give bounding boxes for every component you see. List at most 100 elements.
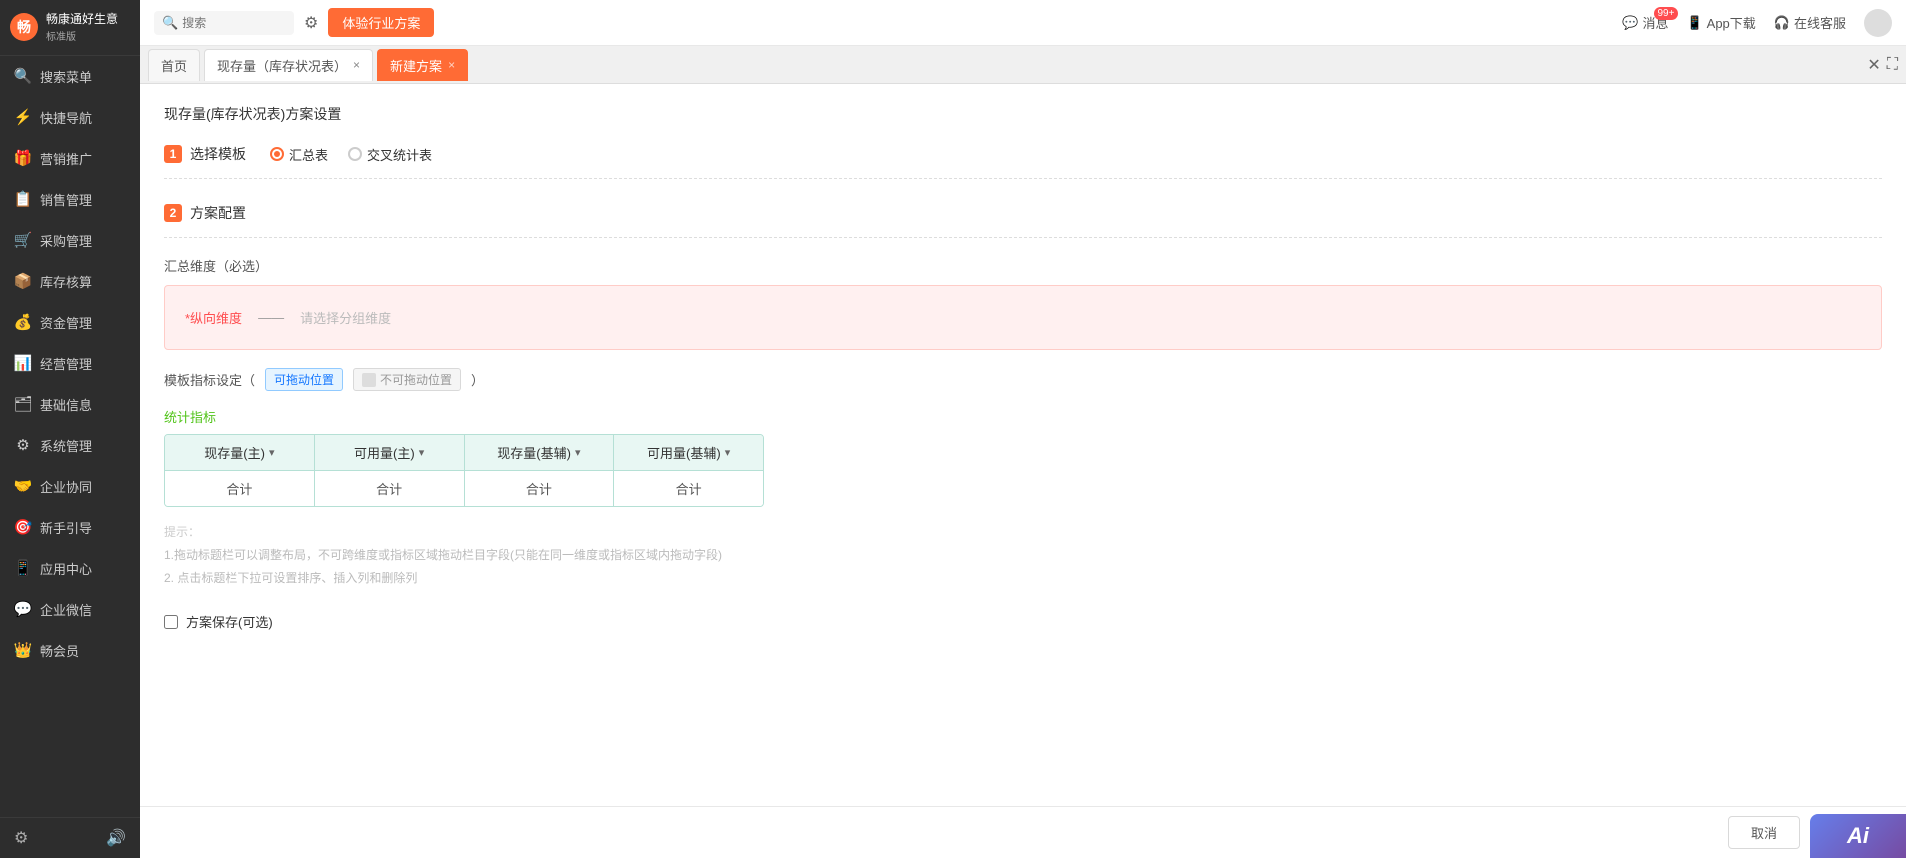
summary-dim-label: 汇总维度（必选） — [164, 256, 1882, 275]
online-support-item[interactable]: 🎧 在线客服 — [1774, 13, 1846, 32]
sidebar: 畅 畅康通好生意 标准版 🔍 搜索菜单 ⚡ 快捷导航 🎁 营销推广 📋 销售管理… — [0, 0, 140, 858]
non-draggable-icon — [362, 373, 376, 387]
sidebar-item-member[interactable]: 👑 畅会员 — [0, 630, 140, 671]
bottom-bar: 取消 查询 — [140, 806, 1906, 858]
app-download-item[interactable]: 📱 App下载 — [1686, 13, 1755, 32]
marketing-icon: 🎁 — [14, 149, 32, 167]
radio-crosstab-dot — [348, 147, 362, 161]
sidebar-item-app-center[interactable]: 📱 应用中心 — [0, 548, 140, 589]
topbar-settings-icon[interactable]: ⚙ — [304, 13, 318, 33]
stats-col-2[interactable]: 可用量(主) ▾ — [315, 435, 465, 470]
settings-footer-icon[interactable]: ⚙ — [14, 828, 28, 848]
sidebar-item-wechat[interactable]: 💬 企业微信 — [0, 589, 140, 630]
tab-inventory-status-label: 现存量（库存状况表） — [217, 56, 347, 75]
sidebar-item-basic-info[interactable]: 🗂 基础信息 — [0, 384, 140, 425]
tip-item-2: 2. 点击标题栏下拉可设置排序、插入列和删除列 — [164, 569, 1882, 588]
indicator-label-text: 模板指标设定（ — [164, 370, 255, 389]
tab-close-button[interactable]: ✕ — [1867, 55, 1880, 75]
chevron-down-icon-1: ▾ — [269, 446, 275, 459]
tab-home[interactable]: 首页 — [148, 49, 200, 81]
stats-col-4[interactable]: 可用量(基辅) ▾ — [614, 435, 763, 470]
search-menu-icon: 🔍 — [14, 67, 32, 85]
step1-header: 1 选择模板 汇总表 交叉统计表 — [164, 144, 1882, 164]
topbar-search-box[interactable]: 🔍 — [154, 11, 294, 35]
sidebar-item-label: 营销推广 — [40, 149, 92, 168]
tab-new-scheme[interactable]: 新建方案 × — [377, 49, 468, 81]
sidebar-item-marketing[interactable]: 🎁 营销推广 — [0, 138, 140, 179]
dim-placeholder[interactable]: 请选择分组维度 — [300, 308, 391, 327]
sidebar-item-search-menu[interactable]: 🔍 搜索菜单 — [0, 56, 140, 97]
quick-nav-icon: ⚡ — [14, 108, 32, 126]
stats-cell-2: 合计 — [315, 471, 465, 506]
search-input[interactable] — [182, 16, 282, 30]
trial-button[interactable]: 体验行业方案 — [328, 8, 434, 37]
sidebar-item-system[interactable]: ⚙ 系统管理 — [0, 425, 140, 466]
stats-table-body-row: 合计 合计 合计 合计 — [165, 470, 763, 506]
topbar: 🔍 ⚙ 体验行业方案 💬 消息 99+ 📱 App下载 🎧 在线客服 — [140, 0, 1906, 46]
ai-badge[interactable]: Ai — [1810, 814, 1906, 858]
tab-inventory-status[interactable]: 现存量（库存状况表） × — [204, 49, 373, 81]
sidebar-item-label: 畅会员 — [40, 641, 79, 660]
ai-badge-label: Ai — [1847, 823, 1869, 849]
app-name: 畅康通好生意 — [46, 12, 118, 28]
stats-col-3[interactable]: 现存量(基辅) ▾ — [465, 435, 615, 470]
purchase-icon: 🛒 — [14, 231, 32, 249]
sidebar-item-quick-nav[interactable]: ⚡ 快捷导航 — [0, 97, 140, 138]
dim-separator: —— — [258, 310, 284, 325]
step1-title: 选择模板 — [190, 144, 246, 164]
sidebar-item-label: 资金管理 — [40, 313, 92, 332]
tab-new-scheme-close[interactable]: × — [448, 58, 455, 72]
sidebar-item-sales[interactable]: 📋 销售管理 — [0, 179, 140, 220]
avatar[interactable] — [1864, 9, 1892, 37]
sidebar-item-label: 库存核算 — [40, 272, 92, 291]
save-checkbox[interactable] — [164, 615, 178, 629]
messages-item[interactable]: 💬 消息 99+ — [1622, 13, 1668, 32]
stats-col-2-label: 可用量(主) — [354, 443, 415, 462]
sidebar-menu: 🔍 搜索菜单 ⚡ 快捷导航 🎁 营销推广 📋 销售管理 🛒 采购管理 📦 库存核… — [0, 56, 140, 817]
search-icon: 🔍 — [162, 15, 178, 31]
tab-home-label: 首页 — [161, 56, 187, 75]
wechat-icon: 💬 — [14, 600, 32, 618]
dimension-row: *纵向维度 —— 请选择分组维度 — [185, 308, 1861, 327]
tips-title: 提示： — [164, 523, 1882, 540]
topbar-right: 💬 消息 99+ 📱 App下载 🎧 在线客服 — [1622, 9, 1892, 37]
basic-info-icon: 🗂 — [14, 395, 32, 413]
cancel-button[interactable]: 取消 — [1728, 816, 1800, 849]
stats-cell-3: 合计 — [465, 471, 615, 506]
radio-crosstab[interactable]: 交叉统计表 — [348, 145, 432, 164]
sidebar-item-label: 经营管理 — [40, 354, 92, 373]
logo-text-group: 畅康通好生意 标准版 — [46, 12, 118, 43]
online-support-label: 在线客服 — [1794, 13, 1846, 32]
chevron-down-icon-3: ▾ — [575, 446, 581, 459]
tab-expand-button[interactable]: ⛶ — [1887, 56, 1898, 74]
non-draggable-label: 不可拖动位置 — [380, 371, 452, 388]
step2-section: 2 方案配置 汇总维度（必选） *纵向维度 —— 请选择分组维度 模板 — [164, 203, 1882, 588]
sidebar-item-finance[interactable]: 💰 资金管理 — [0, 302, 140, 343]
tab-inventory-status-close[interactable]: × — [353, 58, 360, 72]
sidebar-item-label: 企业微信 — [40, 600, 92, 619]
step1-divider — [164, 178, 1882, 179]
stats-col-1[interactable]: 现存量(主) ▾ — [165, 435, 315, 470]
app-center-icon: 📱 — [14, 559, 32, 577]
sidebar-item-enterprise[interactable]: 🤝 企业协同 — [0, 466, 140, 507]
radio-summary[interactable]: 汇总表 — [270, 145, 328, 164]
tips-section: 提示： 1.拖动标题栏可以调整布局，不可跨维度或指标区域拖动栏目字段(只能在同一… — [164, 523, 1882, 588]
page-title: 现存量(库存状况表)方案设置 — [164, 104, 1882, 124]
save-row: 方案保存(可选) — [164, 612, 1882, 631]
chevron-down-icon-4: ▾ — [725, 446, 731, 459]
sidebar-item-label: 搜索菜单 — [40, 67, 92, 86]
non-draggable-badge: 不可拖动位置 — [353, 368, 461, 391]
headset-icon: 🎧 — [1774, 15, 1790, 31]
sidebar-item-newbie[interactable]: 🎯 新手引导 — [0, 507, 140, 548]
save-label: 方案保存(可选) — [186, 612, 273, 631]
step1-badge: 1 — [164, 145, 182, 163]
step2-divider — [164, 237, 1882, 238]
sidebar-item-inventory[interactable]: 📦 库存核算 — [0, 261, 140, 302]
indicator-settings: 模板指标设定（ 可拖动位置 不可拖动位置 ） — [164, 368, 1882, 391]
sidebar-item-purchase[interactable]: 🛒 采购管理 — [0, 220, 140, 261]
sidebar-item-operations[interactable]: 📊 经营管理 — [0, 343, 140, 384]
sidebar-item-label: 系统管理 — [40, 436, 92, 455]
system-icon: ⚙ — [14, 436, 32, 454]
audio-footer-icon[interactable]: 🔊 — [106, 828, 126, 848]
app-badge: 标准版 — [46, 28, 118, 43]
